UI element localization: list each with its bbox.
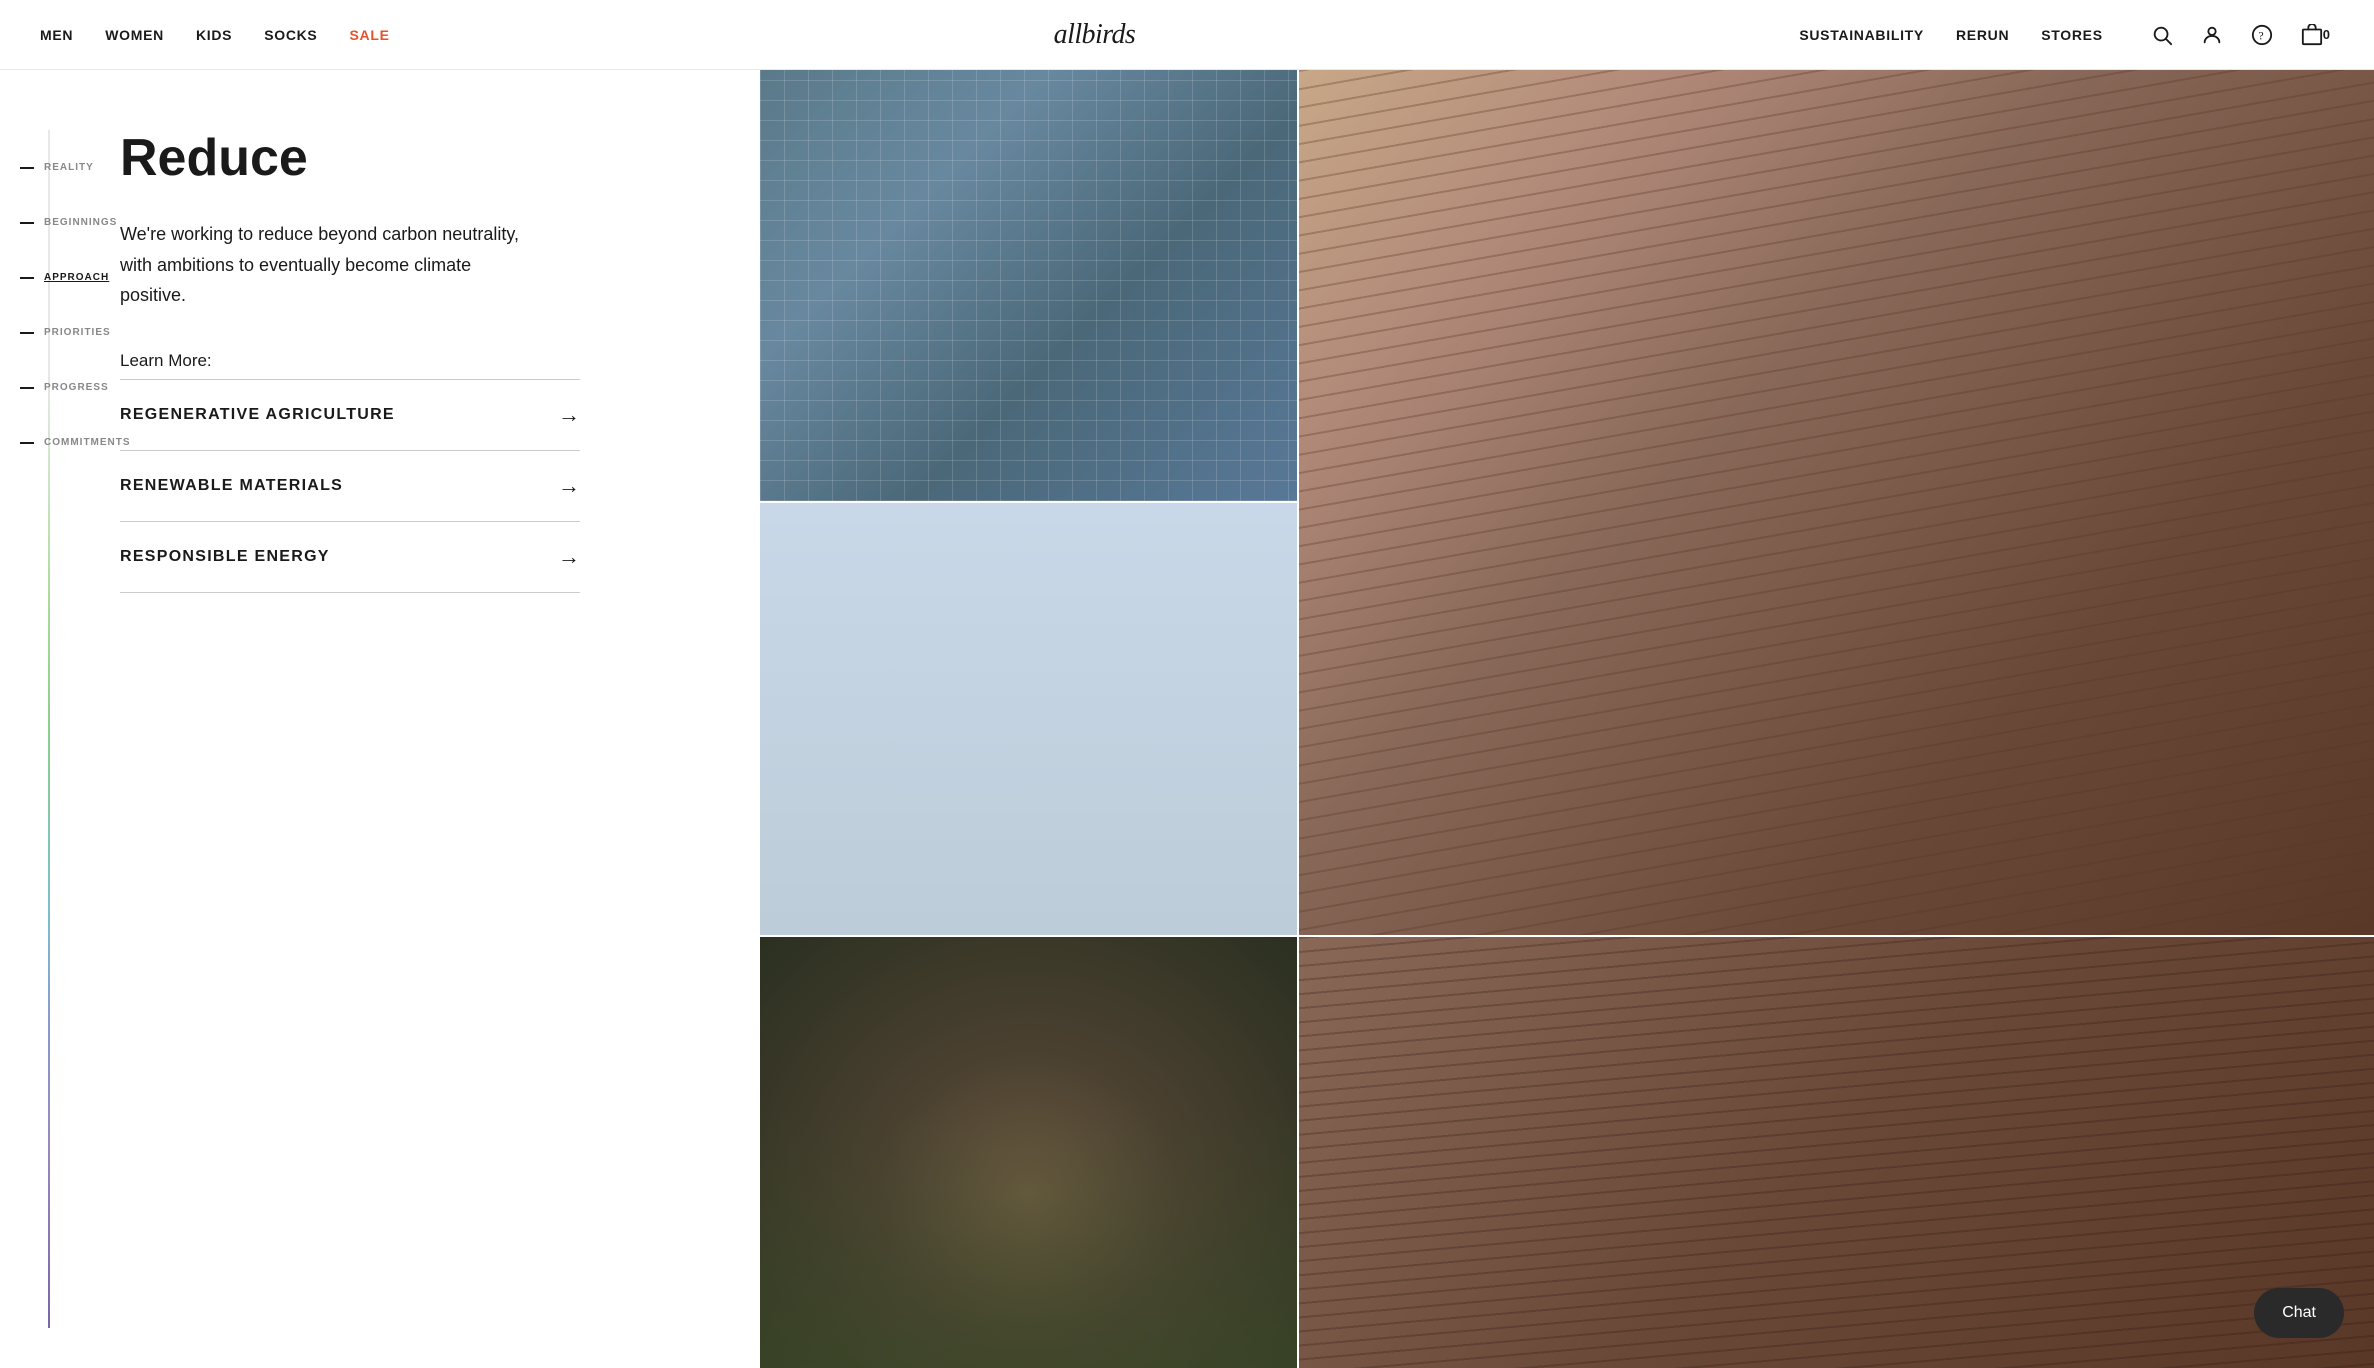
nav-men[interactable]: MEN — [40, 27, 73, 43]
sidebar-label-beginnings: BEGINNINGS — [44, 217, 117, 228]
nav-icons: ? 0 — [2147, 20, 2334, 50]
link-text-renewable-materials: RENEWABLE MATERIALS — [120, 477, 343, 495]
svg-text:?: ? — [2258, 28, 2263, 42]
nav-right-items: SUSTAINABILITY RERUN STORES — [1799, 27, 2102, 43]
arrow-icon-responsible-energy: → — [558, 544, 580, 570]
link-renewable-materials[interactable]: RENEWABLE MATERIALS → — [120, 451, 580, 522]
image-pale-mid — [760, 503, 1297, 934]
chat-button[interactable]: Chat — [2254, 1288, 2344, 1338]
sidebar-label-priorities: PRIORITIES — [44, 327, 111, 338]
nav-left: MEN WOMEN KIDS SOCKS SALE — [40, 27, 390, 43]
sidebar-dash-progress — [20, 387, 34, 389]
help-icon: ? — [2251, 24, 2273, 46]
sidebar-label-approach: APPROACH — [44, 272, 109, 283]
sidebar-dash-beginnings — [20, 222, 34, 224]
sidebar-item-reality[interactable]: REALITY — [0, 140, 80, 195]
sidebar: REALITY BEGINNINGS APPROACH PRIORITIES P… — [0, 70, 80, 1368]
nav-sale[interactable]: SALE — [349, 27, 389, 43]
learn-more-label: Learn More: — [120, 351, 680, 371]
chat-label: Chat — [2282, 1304, 2316, 1322]
cart-button[interactable]: 0 — [2297, 20, 2334, 50]
nav-sustainability[interactable]: SUSTAINABILITY — [1799, 27, 1924, 43]
nav-right: SUSTAINABILITY RERUN STORES ? — [1799, 20, 2334, 50]
sidebar-items: REALITY BEGINNINGS APPROACH PRIORITIES P… — [0, 130, 80, 470]
sidebar-item-beginnings[interactable]: BEGINNINGS — [0, 195, 80, 250]
links-list: REGENERATIVE AGRICULTURE → RENEWABLE MAT… — [120, 379, 580, 593]
link-regenerative-agriculture[interactable]: REGENERATIVE AGRICULTURE → — [120, 379, 580, 451]
arrow-icon-renewable-materials: → — [558, 473, 580, 499]
link-text-responsible-energy: RESPONSIBLE ENERGY — [120, 548, 330, 566]
image-hands-soil — [760, 937, 1297, 1368]
image-wood-dark-bottom — [1299, 937, 2374, 1368]
nav-stores[interactable]: STORES — [2041, 27, 2103, 43]
nav-women[interactable]: WOMEN — [105, 27, 164, 43]
help-button[interactable]: ? — [2247, 20, 2277, 50]
main-content: REALITY BEGINNINGS APPROACH PRIORITIES P… — [0, 70, 2374, 1368]
page-title: Reduce — [120, 130, 680, 187]
search-icon — [2151, 24, 2173, 46]
account-icon — [2201, 24, 2223, 46]
sidebar-label-commitments: COMMITMENTS — [44, 437, 131, 448]
cart-count: 0 — [2323, 27, 2330, 42]
section-description: We're working to reduce beyond carbon ne… — [120, 219, 540, 311]
link-responsible-energy[interactable]: RESPONSIBLE ENERGY → — [120, 522, 580, 593]
image-wood-bark — [1299, 70, 2374, 935]
sidebar-dash-commitments — [20, 442, 34, 444]
arrow-icon-regenerative-agriculture: → — [558, 402, 580, 428]
cart-icon — [2301, 24, 2323, 46]
sidebar-item-priorities[interactable]: PRIORITIES — [0, 305, 80, 360]
sidebar-item-approach[interactable]: APPROACH — [0, 250, 80, 305]
search-button[interactable] — [2147, 20, 2177, 50]
nav-kids[interactable]: KIDS — [196, 27, 232, 43]
nav-socks[interactable]: SOCKS — [264, 27, 317, 43]
left-panel: Reduce We're working to reduce beyond ca… — [80, 70, 760, 1368]
account-button[interactable] — [2197, 20, 2227, 50]
sidebar-dash-approach — [20, 277, 34, 279]
sidebar-item-progress[interactable]: PROGRESS — [0, 360, 80, 415]
link-text-regenerative-agriculture: REGENERATIVE AGRICULTURE — [120, 406, 395, 424]
logo[interactable]: allbirds — [1054, 19, 1136, 51]
right-panel — [760, 70, 2374, 1368]
header: MEN WOMEN KIDS SOCKS SALE allbirds SUSTA… — [0, 0, 2374, 70]
image-solar-panels — [760, 70, 1297, 501]
sidebar-dash-reality — [20, 167, 34, 169]
sidebar-item-commitments[interactable]: COMMITMENTS — [0, 415, 80, 470]
nav-rerun[interactable]: RERUN — [1956, 27, 2009, 43]
sidebar-label-progress: PROGRESS — [44, 382, 109, 393]
sidebar-label-reality: REALITY — [44, 162, 94, 173]
sidebar-dash-priorities — [20, 332, 34, 334]
